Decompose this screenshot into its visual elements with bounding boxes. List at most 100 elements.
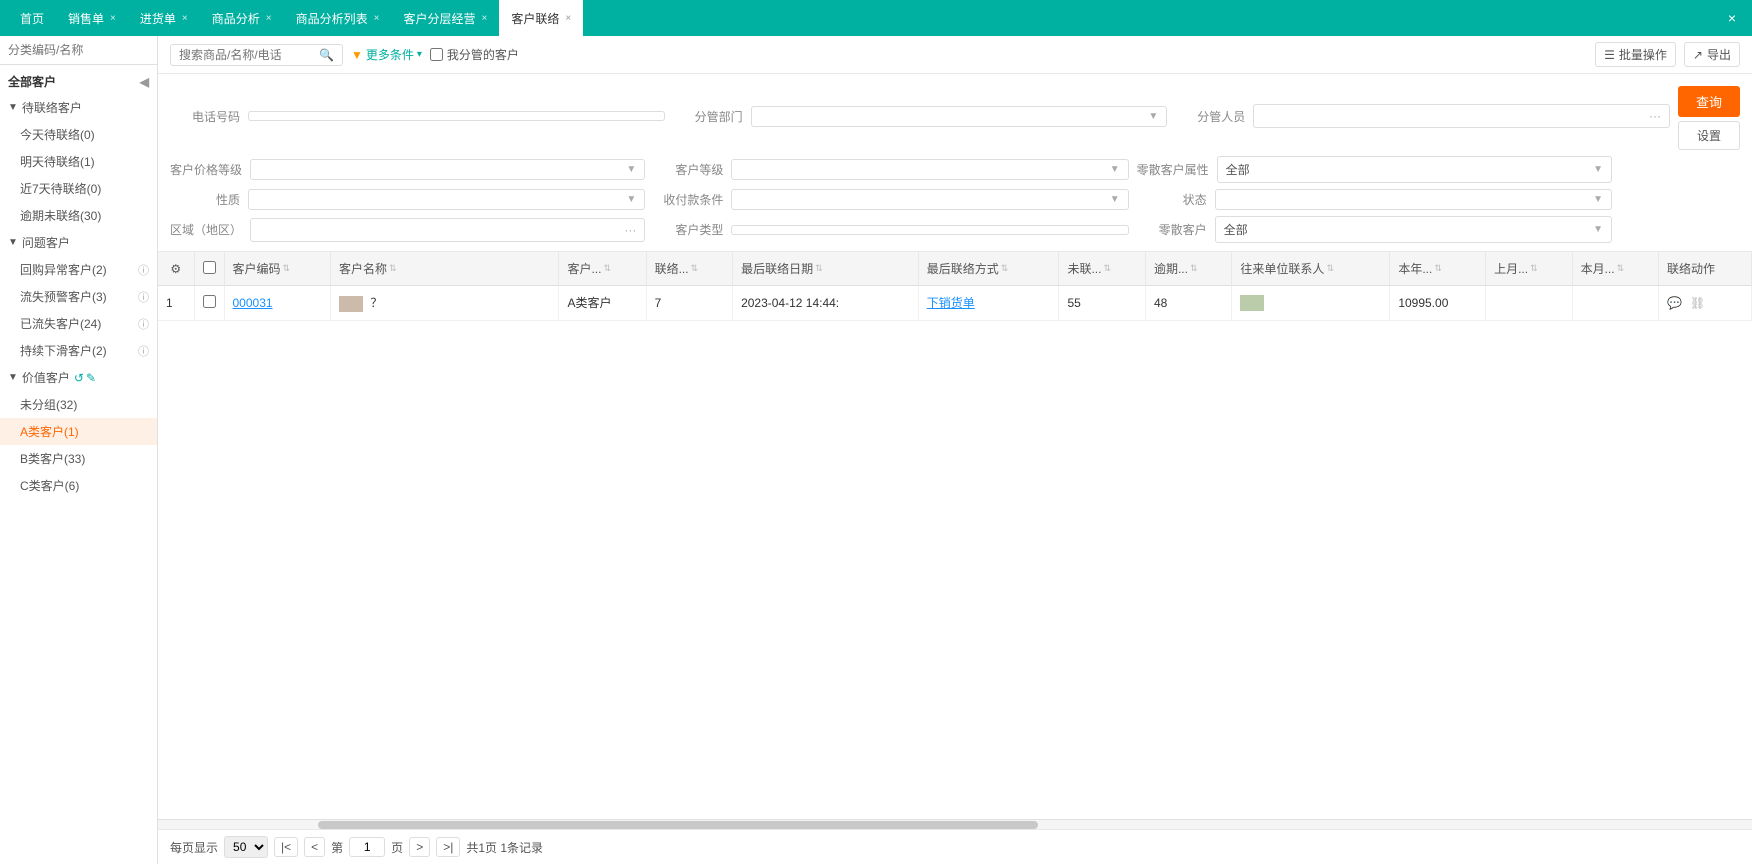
sort-contact-count-icon[interactable]: ⇅ xyxy=(691,263,699,274)
th-action: 联络动作 xyxy=(1659,252,1752,286)
nature-input[interactable]: ▼ xyxy=(248,189,645,210)
sidebar-item-declining[interactable]: 持续下滑客户(2) ⓘ xyxy=(0,337,157,364)
settings-button[interactable]: 设置 xyxy=(1678,121,1740,150)
home-tab[interactable]: 首页 xyxy=(8,0,56,36)
main-search-input[interactable] xyxy=(179,48,319,62)
sidebar-item-a-class[interactable]: A类客户(1) xyxy=(0,418,157,445)
sort-last-method-icon[interactable]: ⇅ xyxy=(1001,263,1009,274)
region-dots-icon: ··· xyxy=(624,223,636,237)
horizontal-scrollbar[interactable] xyxy=(158,819,1752,829)
nav-tab-analysis-list[interactable]: 商品分析列表 × xyxy=(284,0,392,36)
sort-code-icon[interactable]: ⇅ xyxy=(283,263,291,274)
last-page-btn[interactable]: >| xyxy=(436,837,460,857)
sidebar-all-customers[interactable]: 全部客户 ◀ xyxy=(0,65,157,94)
phone-input[interactable] xyxy=(248,111,665,121)
nav-tab-customer-contact[interactable]: 客户联络 × xyxy=(499,0,583,36)
sidebar-group-problem[interactable]: ▼ 问题客户 xyxy=(0,229,157,256)
level-input[interactable]: ▼ xyxy=(731,159,1128,180)
query-button[interactable]: 查询 xyxy=(1678,86,1740,117)
global-close-icon[interactable]: × xyxy=(1720,10,1744,26)
region-label: 区域（地区） xyxy=(170,221,242,238)
sidebar-group-value[interactable]: ▼ 价值客户 ↺ ✎ xyxy=(0,364,157,391)
customer-type-filter: 客户类型 xyxy=(653,216,1128,243)
level-arrow-icon: ▼ xyxy=(1110,164,1120,175)
close-contact-icon[interactable]: × xyxy=(565,13,571,24)
sidebar-item-today[interactable]: 今天待联络(0) xyxy=(0,121,157,148)
export-btn[interactable]: ↗ 导出 xyxy=(1684,42,1740,67)
sidebar-collapse-icon[interactable]: ◀ xyxy=(140,75,149,89)
region-input[interactable]: ··· xyxy=(250,218,645,242)
nav-tab-analysis[interactable]: 商品分析 × xyxy=(200,0,284,36)
batch-icon: ☰ xyxy=(1604,48,1615,62)
page-label: 第 xyxy=(331,839,343,856)
close-analysis-icon[interactable]: × xyxy=(266,13,272,24)
table-row: 1 000031 ？ A类客户 7 2023-04-12 14:44: 下销货单 xyxy=(158,286,1752,321)
sidebar-item-b-class[interactable]: B类客户(33) xyxy=(0,445,157,472)
sidebar-item-churned[interactable]: 已流失客户(24) ⓘ xyxy=(0,310,157,337)
status-label: 状态 xyxy=(1137,191,1207,208)
sort-unit-contact-icon[interactable]: ⇅ xyxy=(1326,263,1334,274)
content-area: 🔍 ▼ 更多条件 ▾ 我分管的客户 ☰ 批量操作 ↗ 导出 xyxy=(158,36,1752,864)
sort-overdue-icon[interactable]: ⇅ xyxy=(1190,263,1198,274)
sort-this-month-icon[interactable]: ⇅ xyxy=(1617,263,1625,274)
nav-tab-purchase[interactable]: 进货单 × xyxy=(128,0,200,36)
edit-value-icon[interactable]: ✎ xyxy=(86,371,96,385)
refresh-icon[interactable]: ↺ xyxy=(74,371,84,385)
sidebar-item-7days[interactable]: 近7天待联络(0) xyxy=(0,175,157,202)
sort-uncontacted-icon[interactable]: ⇅ xyxy=(1103,263,1111,274)
status-input[interactable]: ▼ xyxy=(1215,189,1612,210)
row-this-year: 10995.00 xyxy=(1390,286,1486,321)
my-customers-check[interactable] xyxy=(430,48,443,61)
pay-input[interactable]: ▼ xyxy=(731,189,1128,210)
retail-customer-input[interactable]: 全部 ▼ xyxy=(1215,216,1612,243)
action-chat-icon[interactable]: 💬 xyxy=(1667,296,1682,310)
price-level-input[interactable]: ▼ xyxy=(250,159,645,180)
table-settings-icon[interactable]: ⚙ xyxy=(170,262,181,276)
sort-this-year-icon[interactable]: ⇅ xyxy=(1434,263,1442,274)
info-repurchase-icon: ⓘ xyxy=(138,262,149,278)
action-link-icon[interactable]: ⛓ xyxy=(1690,296,1705,310)
row-code[interactable]: 000031 xyxy=(224,286,330,321)
scrollbar-thumb[interactable] xyxy=(318,821,1038,829)
first-page-btn[interactable]: |< xyxy=(274,837,298,857)
row-name[interactable]: ？ xyxy=(330,286,558,321)
person-input[interactable]: ··· xyxy=(1253,104,1670,128)
row-last-method[interactable]: 下销货单 xyxy=(918,286,1059,321)
sort-last-date-icon[interactable]: ⇅ xyxy=(815,263,823,274)
per-page-select[interactable]: 50 xyxy=(224,836,268,858)
close-segment-icon[interactable]: × xyxy=(481,13,487,24)
close-analysis-list-icon[interactable]: × xyxy=(374,13,380,24)
next-page-btn[interactable]: > xyxy=(409,837,430,857)
sort-name-icon[interactable]: ⇅ xyxy=(389,263,397,274)
row-checkbox[interactable] xyxy=(203,295,216,308)
person-dots-icon: ··· xyxy=(1649,109,1661,123)
sort-last-month-icon[interactable]: ⇅ xyxy=(1530,263,1538,274)
page-input[interactable] xyxy=(349,837,385,857)
more-conditions-btn[interactable]: ▼ 更多条件 ▾ xyxy=(351,46,422,63)
customer-type-input[interactable] xyxy=(731,225,1128,235)
sidebar-item-unclassified[interactable]: 未分组(32) xyxy=(0,391,157,418)
th-last-date: 最后联络日期 ⇅ xyxy=(733,252,919,286)
select-all-checkbox[interactable] xyxy=(203,261,216,274)
nav-tab-customer-segment[interactable]: 客户分层经营 × xyxy=(391,0,499,36)
page-of-label: 页 xyxy=(391,839,403,856)
retail-attr-input[interactable]: 全部 ▼ xyxy=(1217,156,1612,183)
department-input[interactable]: ▼ xyxy=(751,106,1168,127)
close-purchase-icon[interactable]: × xyxy=(182,13,188,24)
sidebar-item-tomorrow[interactable]: 明天待联络(1) xyxy=(0,148,157,175)
sort-type-icon[interactable]: ⇅ xyxy=(603,263,611,274)
sidebar-search-input[interactable] xyxy=(8,43,158,57)
row-uncontacted: 55 xyxy=(1059,286,1145,321)
nav-tab-sales[interactable]: 销售单 × xyxy=(56,0,128,36)
sidebar-item-c-class[interactable]: C类客户(6) xyxy=(0,472,157,499)
close-sales-icon[interactable]: × xyxy=(110,13,116,24)
data-table: ⚙ 客户编码 ⇅ xyxy=(158,252,1752,321)
sidebar-group-pending[interactable]: ▼ 待联络客户 xyxy=(0,94,157,121)
prev-page-btn[interactable]: < xyxy=(304,837,325,857)
sidebar-item-repurchase[interactable]: 回购异常客户(2) ⓘ xyxy=(0,256,157,283)
batch-op-btn[interactable]: ☰ 批量操作 xyxy=(1595,42,1676,67)
main-search-icon[interactable]: 🔍 xyxy=(319,48,334,62)
sidebar-item-churn-warning[interactable]: 流失预警客户(3) ⓘ xyxy=(0,283,157,310)
pagination: 每页显示 50 |< < 第 页 > >| 共1页 1条记录 xyxy=(170,836,543,858)
sidebar-item-overdue[interactable]: 逾期未联络(30) xyxy=(0,202,157,229)
